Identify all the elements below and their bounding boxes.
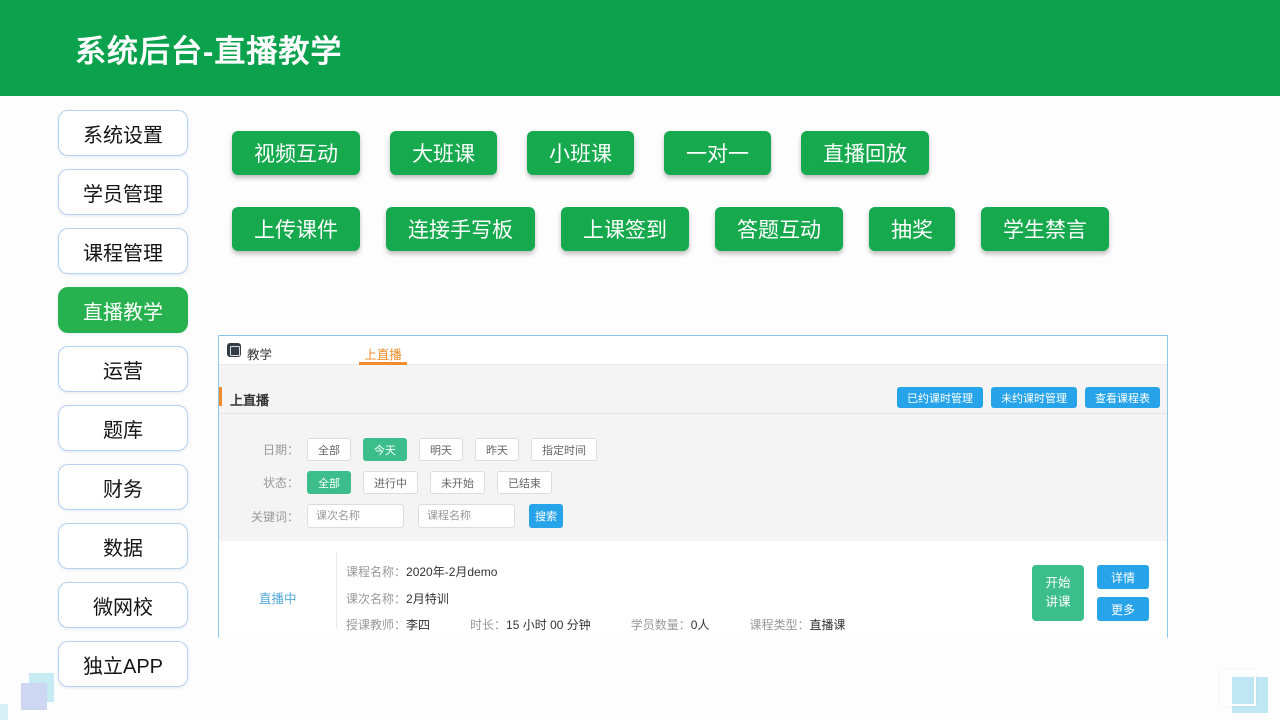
feature-buttons: 视频互动 大班课 小班课 一对一 直播回放 上传课件 连接手写板 上课签到 答题…: [232, 131, 1109, 251]
lesson-name-input[interactable]: [307, 504, 404, 528]
sidebar-item-standalone-app[interactable]: 独立APP: [58, 641, 188, 687]
date-yesterday-chip[interactable]: 昨天: [475, 438, 519, 461]
view-timetable-button[interactable]: 查看课程表: [1085, 387, 1160, 408]
feature-one-on-one[interactable]: 一对一: [664, 131, 771, 175]
course-type-label: 课程类型：: [749, 618, 809, 632]
panel-filter-area: 上直播 已约课时管理 未约课时管理 查看课程表 日期： 全部 今天 明天 昨天 …: [219, 365, 1167, 541]
sidebar-item-data[interactable]: 数据: [58, 523, 188, 569]
students-value: 0人: [691, 618, 710, 632]
section-divider: [219, 413, 1167, 414]
search-button[interactable]: 搜索: [529, 504, 563, 528]
teacher-field: 授课教师：李四: [346, 616, 430, 633]
feature-quiz-interaction[interactable]: 答题互动: [715, 207, 843, 251]
sidebar-item-operations[interactable]: 运营: [58, 346, 188, 392]
feature-row-2: 上传课件 连接手写板 上课签到 答题互动 抽奖 学生禁言: [232, 207, 1109, 251]
date-today-chip[interactable]: 今天: [363, 438, 407, 461]
course-meta-line: 授课教师：李四 时长：15 小时 00 分钟 学员数量：0人 课程类型：直播课: [346, 616, 885, 633]
decor-square-edge-left: [0, 704, 8, 720]
feature-upload-courseware[interactable]: 上传课件: [232, 207, 360, 251]
section-actions: 已约课时管理 未约课时管理 查看课程表: [897, 387, 1160, 408]
tab-label: 上直播: [364, 348, 402, 362]
date-filter-row: 日期： 全部 今天 明天 昨天 指定时间: [241, 438, 609, 461]
status-ended-chip[interactable]: 已结束: [497, 471, 552, 494]
course-name-label: 课程名称：: [346, 565, 406, 579]
keyword-filter-label: 关键词：: [241, 508, 299, 525]
feature-row-1: 视频互动 大班课 小班课 一对一 直播回放: [232, 131, 1109, 175]
feature-live-replay[interactable]: 直播回放: [801, 131, 929, 175]
section-accent-bar: [219, 387, 222, 406]
date-custom-chip[interactable]: 指定时间: [531, 438, 597, 461]
app-label: 教学: [247, 344, 272, 363]
status-all-chip[interactable]: 全部: [307, 471, 351, 494]
status-filter-row: 状态： 全部 进行中 未开始 已结束: [241, 471, 564, 494]
teacher-value: 李四: [406, 618, 430, 632]
course-list: 直播中 课程名称：2020年-2月demo 课次名称：2月特训 授课教师：李四 …: [219, 541, 1167, 638]
decor-square-lavender-left: [21, 683, 47, 710]
sidebar-item-course-management[interactable]: 课程管理: [58, 228, 188, 274]
course-name-input[interactable]: [418, 504, 515, 528]
duration-value: 15 小时 00 分钟: [506, 618, 591, 632]
course-type-value: 直播课: [809, 618, 845, 632]
teacher-label: 授课教师：: [346, 618, 406, 632]
header-bar: 系统后台-直播教学: [0, 0, 1280, 96]
start-teaching-button[interactable]: 开始 讲课: [1032, 565, 1084, 621]
students-field: 学员数量：0人: [631, 616, 710, 633]
students-label: 学员数量：: [631, 618, 691, 632]
sidebar: 系统设置 学员管理 课程管理 直播教学 运营 题库 财务 数据 微网校 独立AP…: [58, 110, 188, 687]
unbooked-hours-management-button[interactable]: 未约课时管理: [991, 387, 1077, 408]
course-name-line: 课程名称：2020年-2月demo: [346, 563, 497, 580]
live-status-badge: 直播中: [259, 588, 297, 607]
sidebar-item-finance[interactable]: 财务: [58, 464, 188, 510]
sidebar-item-micro-school[interactable]: 微网校: [58, 582, 188, 628]
feature-connect-writing-tablet[interactable]: 连接手写板: [386, 207, 535, 251]
status-filter-label: 状态：: [241, 474, 299, 491]
feature-small-class[interactable]: 小班课: [527, 131, 634, 175]
sidebar-item-question-bank[interactable]: 题库: [58, 405, 188, 451]
date-tomorrow-chip[interactable]: 明天: [419, 438, 463, 461]
tab-live-streaming[interactable]: 上直播: [359, 344, 407, 363]
start-teaching-line1: 开始: [1045, 574, 1070, 593]
sidebar-item-student-management[interactable]: 学员管理: [58, 169, 188, 215]
sidebar-item-live-teaching[interactable]: 直播教学: [58, 287, 188, 333]
status-not-started-chip[interactable]: 未开始: [430, 471, 485, 494]
decor-square-white-right: [1220, 670, 1256, 706]
lesson-name-label: 课次名称：: [346, 592, 406, 606]
date-filter-label: 日期：: [241, 441, 299, 458]
page: 系统后台-直播教学 系统设置 学员管理 课程管理 直播教学 运营 题库 财务 数…: [0, 0, 1280, 720]
keyword-filter-row: 关键词： 搜索: [241, 504, 563, 528]
more-button[interactable]: 更多: [1097, 597, 1149, 621]
feature-student-mute[interactable]: 学生禁言: [981, 207, 1109, 251]
course-type-field: 课程类型：直播课: [749, 616, 845, 633]
detail-button[interactable]: 详情: [1097, 565, 1149, 589]
date-all-chip[interactable]: 全部: [307, 438, 351, 461]
feature-lottery[interactable]: 抽奖: [869, 207, 955, 251]
status-ongoing-chip[interactable]: 进行中: [363, 471, 418, 494]
duration-label: 时长：: [470, 618, 506, 632]
section-title: 上直播: [230, 390, 269, 409]
booked-hours-management-button[interactable]: 已约课时管理: [897, 387, 983, 408]
page-title: 系统后台-直播教学: [75, 26, 342, 71]
duration-field: 时长：15 小时 00 分钟: [470, 616, 591, 633]
clipboard-icon: [227, 343, 241, 357]
panel-topbar: 教学 上直播: [219, 336, 1167, 365]
feature-class-sign-in[interactable]: 上课签到: [561, 207, 689, 251]
admin-panel: 教学 上直播 上直播 已约课时管理 未约课时管理 查看课程表 日期： 全部 今天…: [218, 335, 1168, 638]
course-name-value: 2020年-2月demo: [406, 565, 497, 579]
feature-video-interaction[interactable]: 视频互动: [232, 131, 360, 175]
lesson-name-line: 课次名称：2月特训: [346, 590, 449, 607]
start-teaching-line2: 讲课: [1045, 593, 1070, 612]
feature-large-class[interactable]: 大班课: [390, 131, 497, 175]
lesson-name-value: 2月特训: [406, 592, 449, 606]
row-divider: [336, 553, 337, 628]
sidebar-item-system-settings[interactable]: 系统设置: [58, 110, 188, 156]
